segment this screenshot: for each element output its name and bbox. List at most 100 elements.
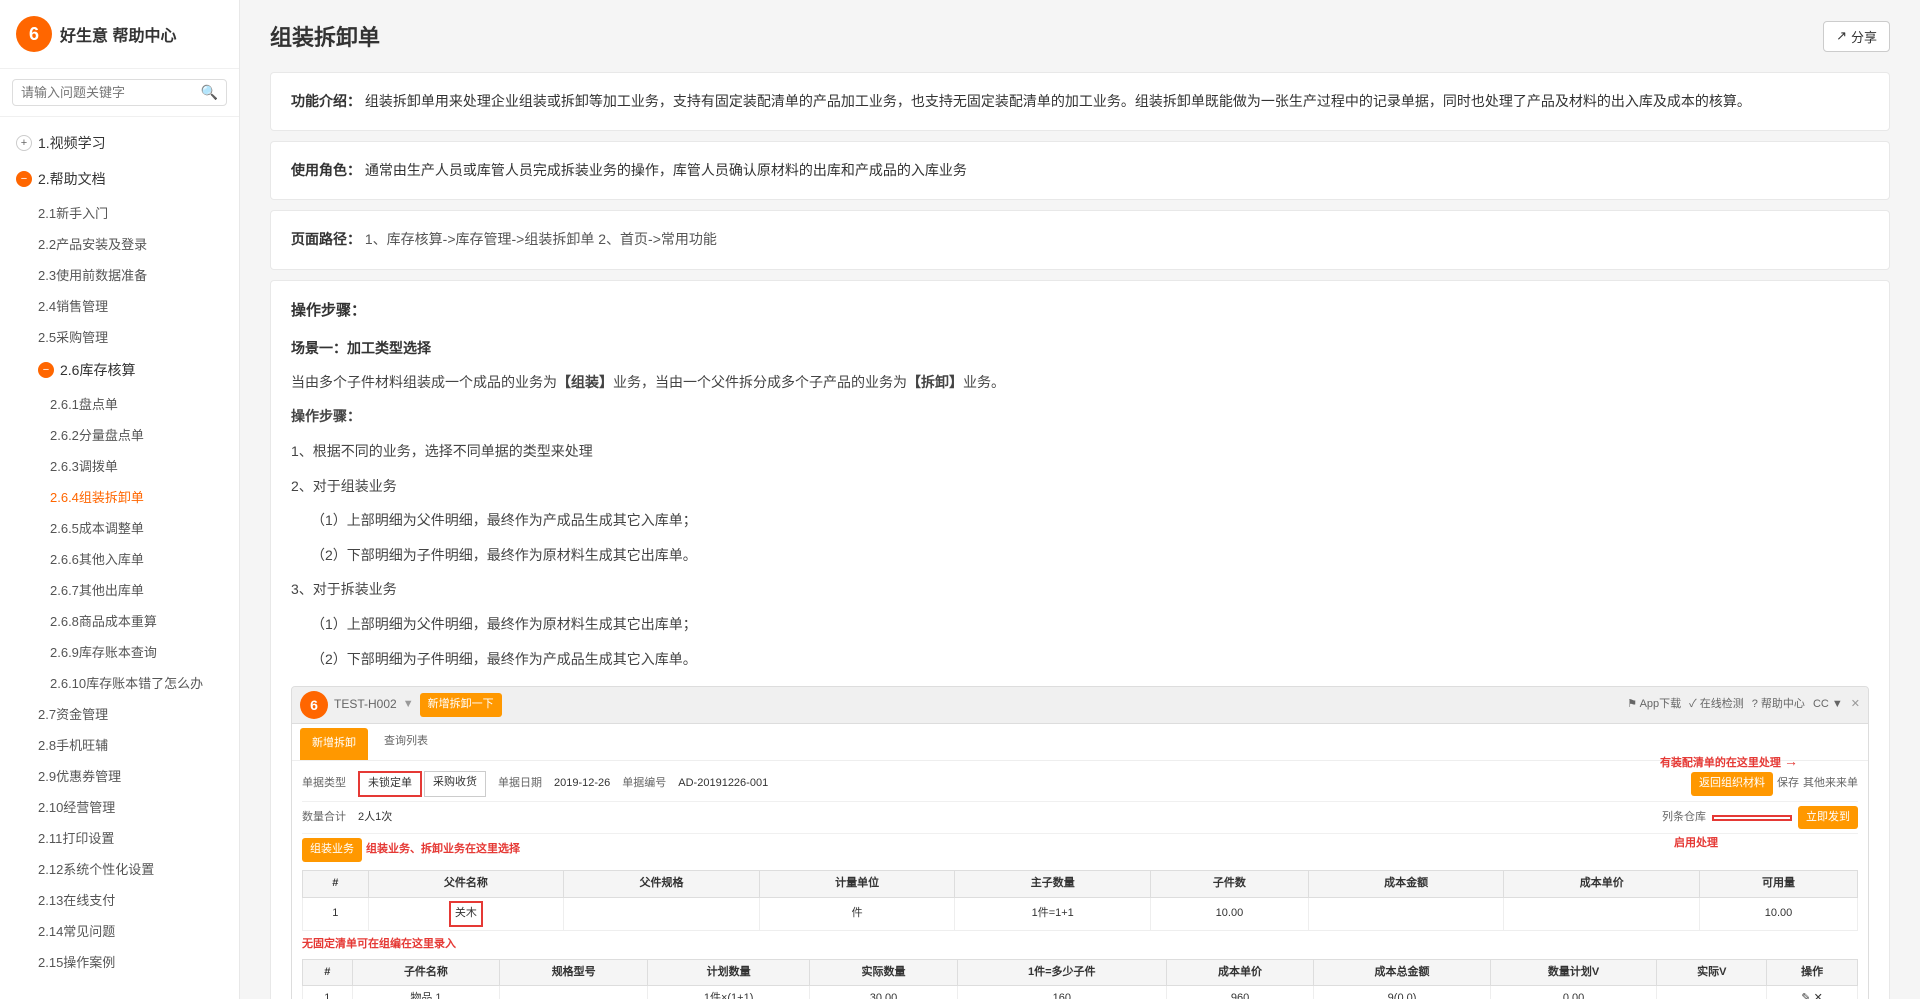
scene-desc1: 当由多个子件材料组装成一个成品的业务为【组装】业务，当由一个父件拆分成多个子产品… [291, 369, 1869, 396]
nav-list: + 1.视频学习 − 2.帮助文档 2.1新手入门 2.2产品安装及登录 2.3… [0, 117, 239, 999]
ss-subtitle: ▼ [403, 695, 414, 715]
expand-icon-warehouse: − [38, 362, 54, 378]
sidebar-item-faq[interactable]: 2.14常见问题 [0, 915, 239, 946]
sidebar-item-purchase[interactable]: 2.5采购管理 [0, 321, 239, 352]
ss-logo: 6 [300, 691, 328, 719]
sidebar-item-docs[interactable]: − 2.帮助文档 [0, 161, 239, 197]
share-icon: ↗ [1836, 28, 1847, 44]
sidebar-item-prepare[interactable]: 2.3使用前数据准备 [0, 259, 239, 290]
ss-close-icon[interactable]: ✕ [1851, 695, 1860, 715]
ss-col-sub: 子件数 [1151, 871, 1309, 898]
sidebar-item-costcalc[interactable]: 2.6.8商品成本重算 [0, 605, 239, 636]
ss-col-parent: 父件名称 [368, 871, 564, 898]
ss-date-label: 单据日期 [498, 774, 542, 794]
page-title: 组装拆卸单 [270, 20, 380, 52]
sidebar-item-customize[interactable]: 2.12系统个性化设置 [0, 853, 239, 884]
ss-warehouse-input[interactable] [1712, 815, 1792, 821]
ss-parent-name[interactable]: 关木 [449, 901, 483, 927]
ss-col-unit-cost: 成本单价 [1504, 871, 1700, 898]
sidebar-label-docs: 2.帮助文档 [38, 169, 106, 189]
sidebar-item-cost[interactable]: 2.6.5成本调整单 [0, 512, 239, 543]
sidebar-item-cases[interactable]: 2.15操作案例 [0, 946, 239, 977]
ss-upper-table: # 父件名称 父件规格 计量单位 主子数量 子件数 成本金额 成本单价 可用量 [302, 870, 1858, 931]
ss-qty-label: 数量合计 [302, 808, 346, 828]
breadcrumb-label: 页面路径： [291, 231, 361, 247]
sidebar-item-newbie[interactable]: 2.1新手入门 [0, 197, 239, 228]
ss-type-label: 单据类型 [302, 774, 346, 794]
function-intro-card: 功能介绍： 组装拆卸单用来处理企业组装或拆卸等加工业务，支持有固定装配清单的产品… [270, 72, 1890, 131]
sidebar-item-mobile[interactable]: 2.8手机旺辅 [0, 729, 239, 760]
expand-icon-docs: − [16, 171, 32, 187]
function-intro-text: 组装拆卸单用来处理企业组装或拆卸等加工业务，支持有固定装配清单的产品加工业务，也… [365, 93, 1751, 109]
operation-title: 操作步骤： [291, 297, 1869, 324]
ss-check-label: ✓ 在线检测 [1689, 695, 1744, 715]
ss-savebtn[interactable]: 保存 [1777, 774, 1799, 794]
step1: 1、根据不同的业务，选择不同单据的类型来处理 [291, 438, 1869, 465]
step3-sub1: （1）上部明细为父件明细，最终作为原材料生成其它出库单； [311, 611, 1869, 638]
ss-help-label: ? 帮助中心 [1752, 695, 1805, 715]
ss-newbtn[interactable]: 新增拆卸一下 [420, 693, 502, 717]
sidebar-sub-docs: 2.1新手入门 2.2产品安装及登录 2.3使用前数据准备 2.4销售管理 2.… [0, 197, 239, 977]
annotation-1: 有装配清单的在这里处理 → [1660, 749, 1798, 774]
ss-user-label: CC ▼ [1813, 695, 1843, 715]
sidebar-item-assembly[interactable]: 2.6.4组装拆卸单 [0, 481, 239, 512]
step2-sub2: （2）下部明细为子件明细，最终作为原材料生成其它出库单。 [311, 542, 1869, 569]
ss-type-tab2[interactable]: 采购收货 [424, 771, 486, 797]
annotation-4: 无固定清单可在组编在这里录入 [302, 935, 1858, 955]
step2-sub1: （1）上部明细为父件明细，最终作为产成品生成其它入库单； [311, 507, 1869, 534]
ss-confirm-btn[interactable]: 立即发到 [1798, 806, 1858, 830]
sidebar-item-sales[interactable]: 2.4销售管理 [0, 290, 239, 321]
main-content: 组装拆卸单 ↗ 分享 功能介绍： 组装拆卸单用来处理企业组装或拆卸等加工业务，支… [240, 0, 1920, 999]
sidebar-item-operation[interactable]: 2.10经营管理 [0, 791, 239, 822]
sidebar-item-warehouse[interactable]: − 2.6库存核算 [0, 352, 239, 388]
ss-retbtn[interactable]: 返回组织材料 [1691, 772, 1773, 796]
ss-app-label: ⚑ App下载 [1627, 695, 1681, 715]
sidebar-item-install[interactable]: 2.2产品安装及登录 [0, 228, 239, 259]
sidebar-item-adjust[interactable]: 2.6.3调拨单 [0, 450, 239, 481]
sidebar-item-print[interactable]: 2.11打印设置 [0, 822, 239, 853]
ss-morebtn[interactable]: 其他来来单 [1803, 774, 1858, 794]
operations-card: 操作步骤： 场景一：加工类型选择 当由多个子件材料组装成一个成品的业务为【组装】… [270, 280, 1890, 999]
ss-col-qty: 主子数量 [955, 871, 1151, 898]
logo-area: 6 好生意 帮助中心 [0, 0, 239, 69]
annotation-2: 组装业务、拆卸业务在这里选择 [366, 840, 520, 860]
function-intro-label: 功能介绍： [291, 93, 361, 109]
ss-tab-active[interactable]: 新增拆卸 [300, 728, 368, 760]
logo-title: 好生意 帮助中心 [60, 22, 176, 46]
step2: 2、对于组装业务 [291, 473, 1869, 500]
sidebar-item-coupon[interactable]: 2.9优惠券管理 [0, 760, 239, 791]
ss-no-value: AD-20191226-001 [678, 774, 768, 794]
sidebar: 6 好生意 帮助中心 🔍 + 1.视频学习 − 2.帮助文档 2.1新手入门 2… [0, 0, 240, 999]
ss-qty-value: 2人1次 [358, 808, 392, 828]
breadcrumb-text: 1、库存核算->库存管理->组装拆卸单 2、首页->常用功能 [365, 231, 717, 247]
arrow-right: → [1784, 753, 1798, 769]
search-box[interactable]: 🔍 [12, 79, 227, 106]
sidebar-sub-warehouse: 2.6.1盘点单 2.6.2分量盘点单 2.6.3调拨单 2.6.4组装拆卸单 … [0, 388, 239, 698]
sidebar-item-outother[interactable]: 2.6.7其他出库单 [0, 574, 239, 605]
ss-tab-inactive[interactable]: 查询列表 [372, 726, 440, 758]
logo-icon: 6 [16, 16, 52, 52]
sidebar-item-payment[interactable]: 2.13在线支付 [0, 884, 239, 915]
sidebar-item-video[interactable]: + 1.视频学习 [0, 125, 239, 161]
ss-type-tab1[interactable]: 未锁定单 [358, 771, 422, 797]
sidebar-item-stockcheck[interactable]: 2.6.9库存账本查询 [0, 636, 239, 667]
scene-title: 场景一：加工类型选择 [291, 336, 1869, 361]
sidebar-label-video: 1.视频学习 [38, 133, 106, 153]
sidebar-item-inother[interactable]: 2.6.6其他入库单 [0, 543, 239, 574]
ss-type-orange[interactable]: 组装业务 [302, 838, 362, 862]
search-input[interactable] [21, 85, 201, 100]
step3: 3、对于拆装业务 [291, 576, 1869, 603]
sidebar-item-stockerr[interactable]: 2.6.10库存账本错了怎么办 [0, 667, 239, 698]
sidebar-item-stocktake[interactable]: 2.6.1盘点单 [0, 388, 239, 419]
page-header: 组装拆卸单 ↗ 分享 [270, 20, 1890, 52]
search-icon: 🔍 [201, 84, 218, 101]
sidebar-item-finance[interactable]: 2.7资金管理 [0, 698, 239, 729]
ss-title: TEST-H002 [334, 694, 397, 716]
sidebar-item-partial[interactable]: 2.6.2分量盘点单 [0, 419, 239, 450]
ss-col-num: # [303, 871, 369, 898]
role-text: 通常由生产人员或库管人员完成拆装业务的操作，库管人员确认原材料的出库和产成品的入… [365, 162, 967, 178]
ss-col-spec: 父件规格 [564, 871, 760, 898]
share-button[interactable]: ↗ 分享 [1823, 21, 1890, 52]
ss-no-label: 单据编号 [622, 774, 666, 794]
role-card: 使用角色： 通常由生产人员或库管人员完成拆装业务的操作，库管人员确认原材料的出库… [270, 141, 1890, 200]
